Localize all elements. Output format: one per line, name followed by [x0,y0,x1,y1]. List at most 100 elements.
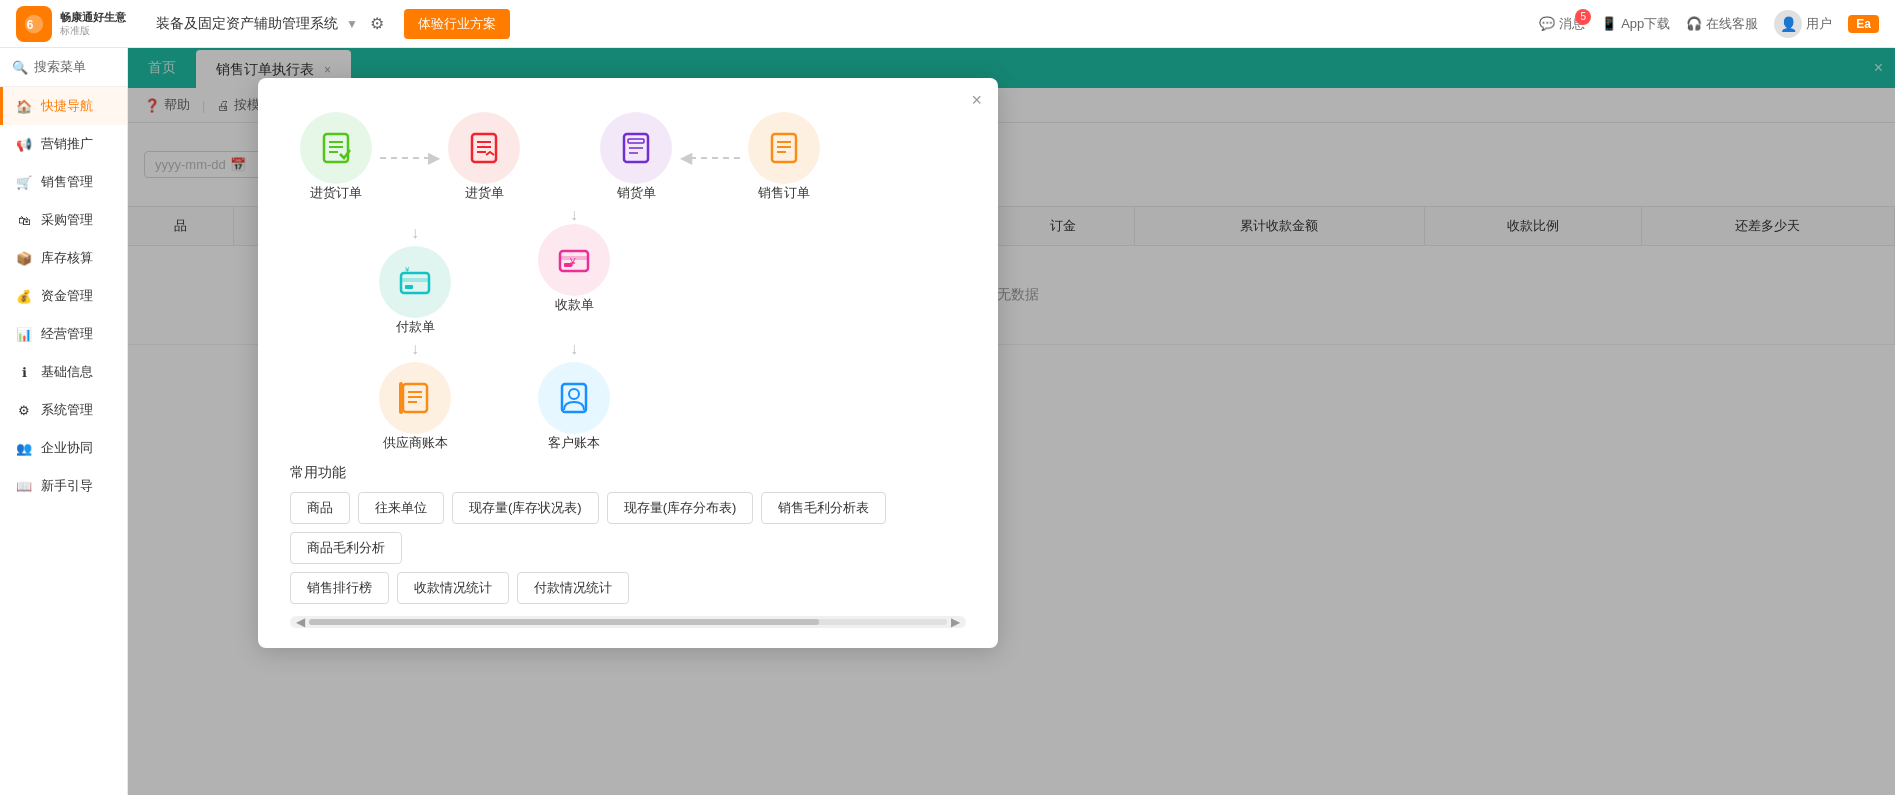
modal-close-button[interactable]: × [971,90,982,111]
func-btn-sales-profit[interactable]: 销售毛利分析表 [761,492,886,524]
flow-row-3: ↓ 供应商账本 ↓ 客户账本 [290,340,966,452]
arrow-1: ▶ [372,112,448,167]
purchase-bill-label: 进货单 [465,184,504,202]
svg-point-31 [569,389,579,399]
flow-node-purchase-order: 进货订单 [300,112,372,202]
modal-overlay[interactable]: × 进货订单 ▶ [128,48,1895,795]
cart-icon: 🛒 [15,173,33,191]
sidebar-item-system[interactable]: ⚙ 系统管理 [0,391,127,429]
arrow-down-purchase [372,206,458,224]
app-download-button[interactable]: 📱 App下载 [1601,15,1670,33]
flow-node-sales-bill: 销货单 [600,112,672,202]
phone-icon: 📱 [1601,16,1617,31]
sidebar-item-guide[interactable]: 📖 新手引导 [0,467,127,505]
flow-row-1: 进货订单 ▶ 进货单 [290,102,966,202]
sidebar-item-finance[interactable]: 💰 资金管理 [0,277,127,315]
purchase-bill-icon[interactable] [448,112,520,184]
scroll-right-icon[interactable]: ▶ [947,615,964,629]
guide-icon: 📖 [15,477,33,495]
supplier-col: ↓ 供应商账本 [372,340,458,452]
svg-rect-19 [401,278,429,282]
message-icon: 💬 [1539,16,1555,31]
system-title: 装备及固定资产辅助管理系统 ▼ ⚙ [144,14,396,33]
sidebar-item-enterprise[interactable]: 👥 企业协同 [0,429,127,467]
func-btn-stock-status[interactable]: 现存量(库存状况表) [452,492,599,524]
scrollbar-thumb[interactable] [309,619,819,625]
func-btn-stock-dist[interactable]: 现存量(库存分布表) [607,492,754,524]
app-container: 6 畅康通好生意 标准版 装备及固定资产辅助管理系统 ▼ ⚙ 体验行业方案 💬 … [0,0,1895,795]
func-grid: 商品 往来单位 现存量(库存状况表) 现存量(库存分布表) 销售毛利分析表 商品… [290,492,966,564]
receipt-col: ¥ 收款单 [538,224,610,314]
func-btn-receipt-stats[interactable]: 收款情况统计 [397,572,509,604]
customer-col: ↓ 客户账本 [538,340,610,452]
box-icon: 📦 [15,249,33,267]
func-btn-product[interactable]: 商品 [290,492,350,524]
search-icon: 🔍 [12,60,28,75]
gear-icon[interactable]: ⚙ [370,14,384,33]
sales-bill-icon[interactable] [600,112,672,184]
system-name: 装备及固定资产辅助管理系统 [156,15,338,33]
svg-rect-11 [628,139,644,143]
user-menu[interactable]: 👤 用户 [1774,10,1832,38]
main-area: 🔍 搜索菜单 🏠 快捷导航 📢 营销推广 🛒 销售管理 🛍 采购管理 📦 [0,48,1895,795]
chart-icon: 📊 [15,325,33,343]
scroll-left-icon[interactable]: ◀ [292,615,309,629]
spacer2 [300,206,372,224]
customer-ledger-label: 客户账本 [548,434,600,452]
sidebar-search[interactable]: 🔍 搜索菜单 [0,48,127,87]
top-bar: 6 畅康通好生意 标准版 装备及固定资产辅助管理系统 ▼ ⚙ 体验行业方案 💬 … [0,0,1895,48]
sidebar-item-marketing[interactable]: 📢 营销推广 [0,125,127,163]
svg-text:6: 6 [27,17,34,31]
settings-icon: ⚙ [15,401,33,419]
arrow-down-sales: ↓ [538,206,610,224]
payment-icon[interactable]: ¥ [379,246,451,318]
sales-order-icon[interactable] [748,112,820,184]
modal-scrollbar[interactable]: ◀ ▶ [290,616,966,628]
headset-icon: 🎧 [1686,16,1702,31]
func-btn-partner[interactable]: 往来单位 [358,492,444,524]
sidebar: 🔍 搜索菜单 🏠 快捷导航 📢 营销推广 🛒 销售管理 🛍 采购管理 📦 [0,48,128,795]
common-functions-title: 常用功能 [290,464,966,482]
avatar: 👤 [1774,10,1802,38]
customer-ledger-icon[interactable] [538,362,610,434]
flow-node-sales-order: 销售订单 [748,112,820,202]
dropdown-arrow-icon[interactable]: ▼ [346,17,358,31]
sidebar-item-quick-nav[interactable]: 🏠 快捷导航 [0,87,127,125]
online-service-button[interactable]: 🎧 在线客服 [1686,15,1758,33]
logo-text: 畅康通好生意 标准版 [60,10,126,37]
sidebar-item-operations[interactable]: 📊 经营管理 [0,315,127,353]
spacer3 [458,206,538,224]
flow-row-2b: ↓ ¥ 付款单 ¥ [290,224,966,336]
func-btn-sales-rank[interactable]: 销售排行榜 [290,572,389,604]
money-icon: 💰 [15,287,33,305]
quick-nav-modal: × 进货订单 ▶ [258,78,998,648]
sidebar-item-inventory[interactable]: 📦 库存核算 [0,239,127,277]
svg-text:¥: ¥ [569,257,576,268]
experience-button[interactable]: 体验行业方案 [404,9,510,39]
svg-rect-18 [401,273,429,293]
sidebar-item-purchase[interactable]: 🛍 采购管理 [0,201,127,239]
sidebar-item-basic-info[interactable]: ℹ 基础信息 [0,353,127,391]
logo-icon: 6 [16,6,52,42]
scrollbar-track[interactable] [309,619,947,625]
message-badge: 5 [1575,9,1591,25]
home-icon: 🏠 [15,97,33,115]
flow-row-2: ↓ [290,206,966,224]
info-icon: ℹ [15,363,33,381]
message-button[interactable]: 💬 消息 5 [1539,15,1585,33]
supplier-ledger-label: 供应商账本 [383,434,448,452]
svg-rect-20 [405,285,413,289]
func-btn-payment-stats[interactable]: 付款情况统计 [517,572,629,604]
logo-area: 6 畅康通好生意 标准版 [16,6,144,42]
receipt-icon[interactable]: ¥ [538,224,610,296]
sidebar-item-sales[interactable]: 🛒 销售管理 [0,163,127,201]
megaphone-icon: 📢 [15,135,33,153]
purchase-order-icon[interactable] [300,112,372,184]
arrow-2: ◀ [672,112,748,167]
supplier-ledger-icon[interactable] [379,362,451,434]
common-functions: 常用功能 商品 往来单位 现存量(库存状况表) 现存量(库存分布表) 销售毛利分… [290,464,966,604]
func-btn-product-profit[interactable]: 商品毛利分析 [290,532,402,564]
payment-col: ↓ ¥ 付款单 [372,224,458,336]
receipt-label: 收款单 [555,296,594,314]
ea-badge: Ea [1848,15,1879,33]
